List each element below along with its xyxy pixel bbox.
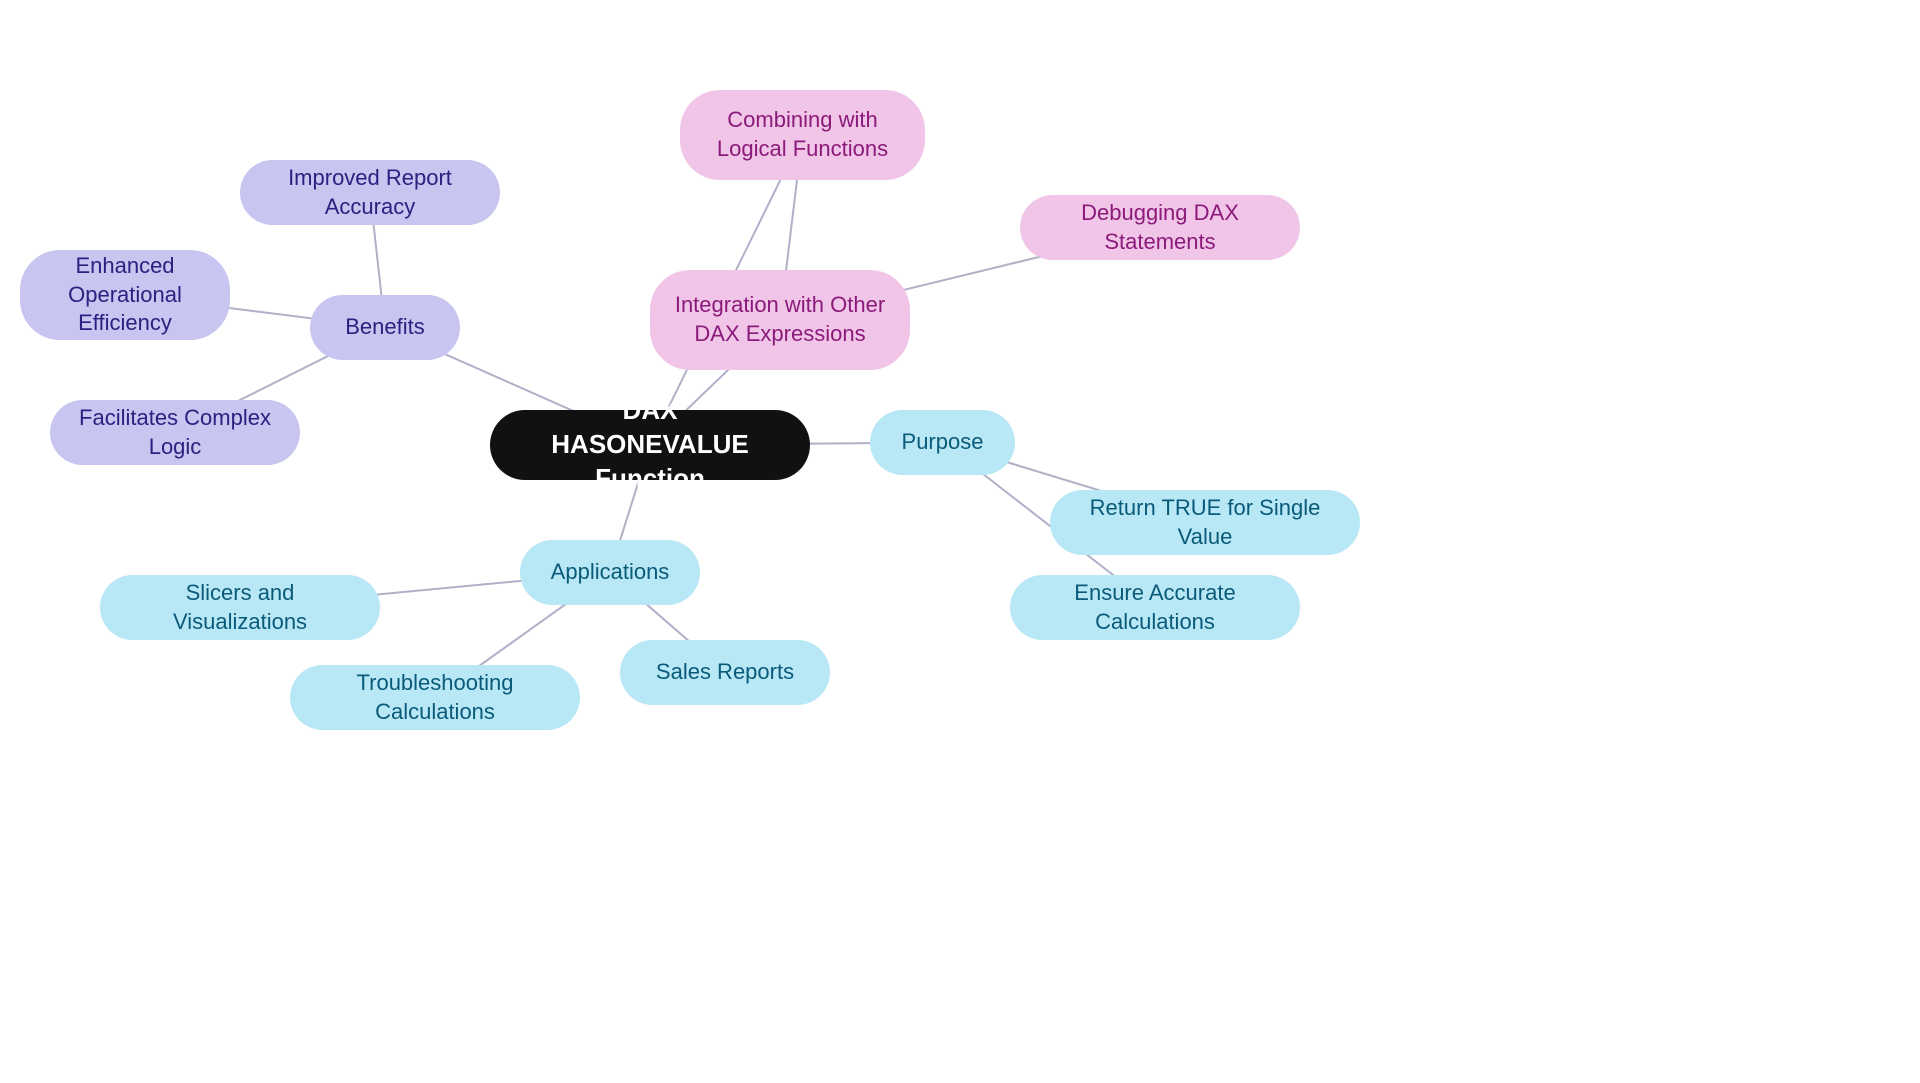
integration-node: Integration with Other DAX Expressions — [650, 270, 910, 370]
improved-report-node: Improved Report Accuracy — [240, 160, 500, 225]
benefits-node: Benefits — [310, 295, 460, 360]
slicers-node: Slicers and Visualizations — [100, 575, 380, 640]
troubleshooting-node: Troubleshooting Calculations — [290, 665, 580, 730]
combining-node: Combining with Logical Functions — [680, 90, 925, 180]
debugging-node: Debugging DAX Statements — [1020, 195, 1300, 260]
ensure-accurate-node: Ensure Accurate Calculations — [1010, 575, 1300, 640]
facilitates-node: Facilitates Complex Logic — [50, 400, 300, 465]
center-node: DAX HASONEVALUE Function — [490, 410, 810, 480]
enhanced-op-node: Enhanced Operational Efficiency — [20, 250, 230, 340]
applications-node: Applications — [520, 540, 700, 605]
sales-reports-node: Sales Reports — [620, 640, 830, 705]
purpose-node: Purpose — [870, 410, 1015, 475]
return-true-node: Return TRUE for Single Value — [1050, 490, 1360, 555]
